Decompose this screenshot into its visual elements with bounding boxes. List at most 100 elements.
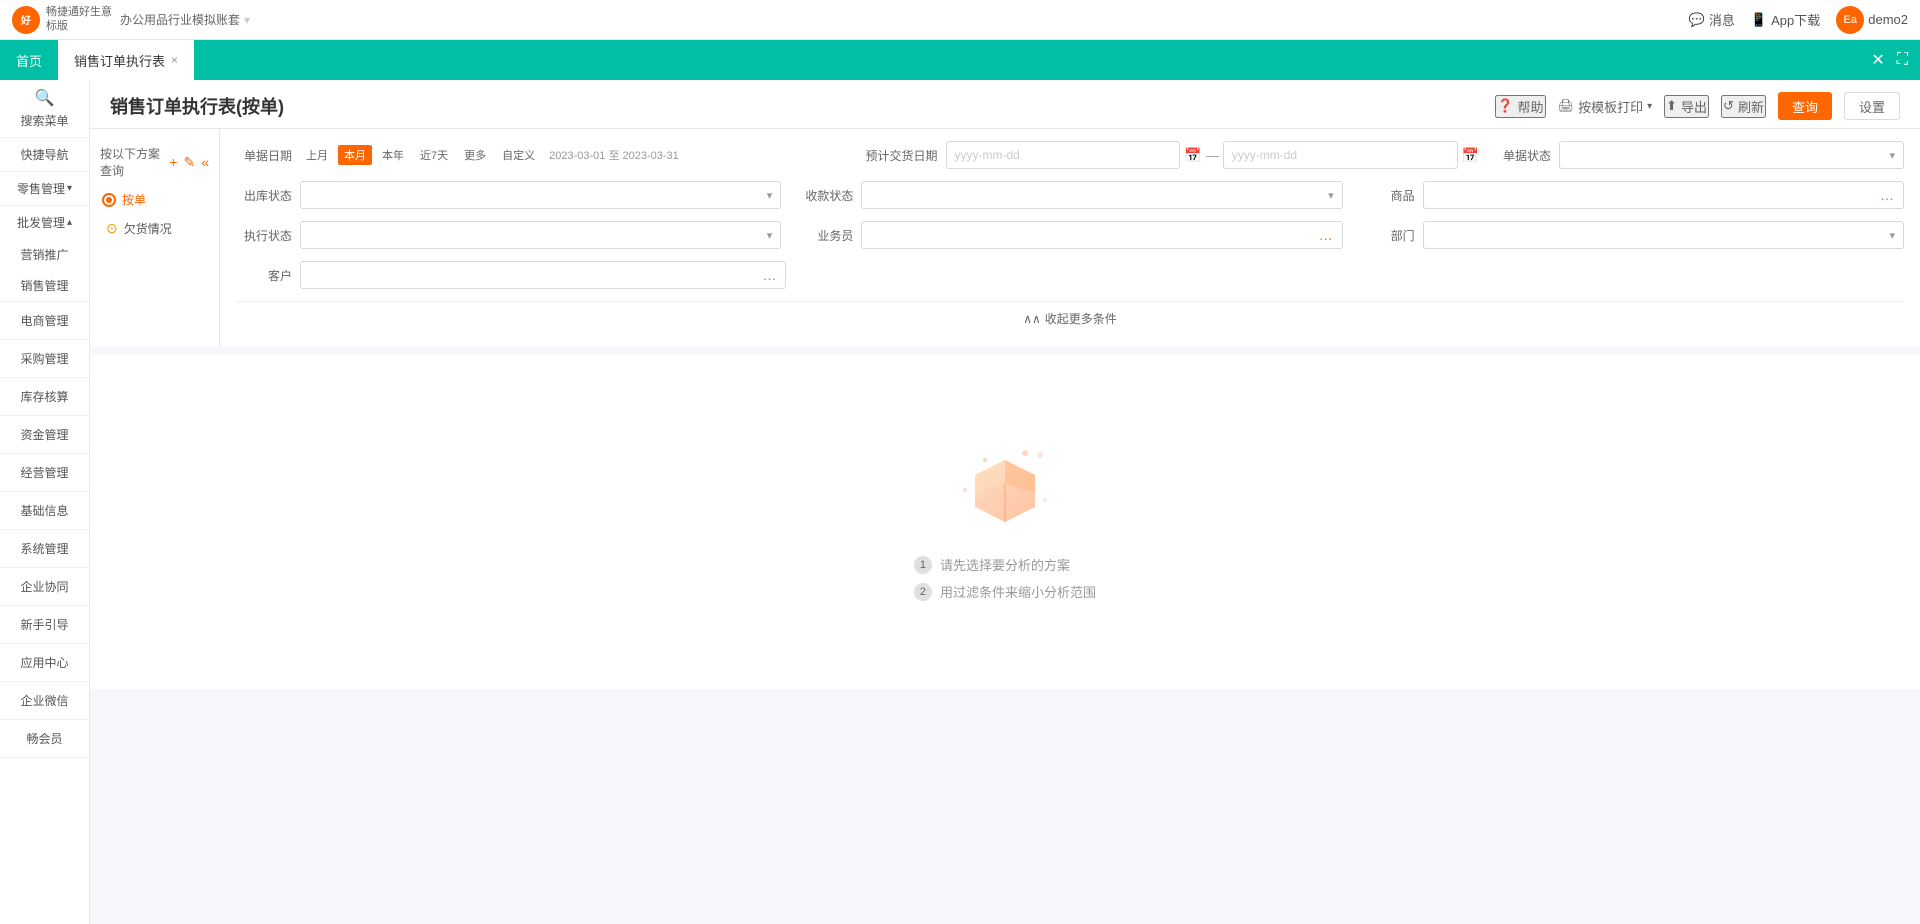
sidebar-item-operations[interactable]: 经营管理 [0,454,89,491]
refresh-icon: ↺ [1723,98,1734,114]
goods-select[interactable]: … [1423,181,1904,209]
export-button[interactable]: ⬆ 导出 [1664,95,1709,118]
delivery-date-start[interactable]: yyyy-mm-dd [946,141,1181,169]
more-dots-salesman-icon[interactable]: … [1319,227,1334,243]
out-status-select[interactable]: ▾ [300,181,781,209]
filter-row-4: 客户 … [236,261,1904,289]
filter-row-2: 出库状态 ▾ 收款状态 ▾ 商品 [236,181,1904,209]
query-button[interactable]: 查询 [1778,92,1832,120]
sidebar-item-marketing[interactable]: 营销推广 [0,239,89,270]
sidebar-item-wholesale[interactable]: 批发管理 ▴ [0,206,89,239]
sidebar-item-wechat[interactable]: 企业微信 [0,682,89,719]
filter-field-goods: 商品 … [1359,181,1904,209]
breadcrumb[interactable]: 办公用品行业模拟账套 ▾ [120,11,250,28]
dept-select[interactable]: ▾ [1423,221,1904,249]
sidebar-item-finance[interactable]: 资金管理 [0,416,89,453]
filter-field-collection-status: 收款状态 ▾ [797,181,1342,209]
top-bar-left: 好 畅捷通好生意 标版 办公用品行业模拟账套 ▾ [12,6,250,34]
scheme-header: 按以下方案查询 + ✎ « [90,139,219,185]
date-more-button[interactable]: 更多 [458,145,492,165]
top-bar-right: 💬 消息 📱 App下载 Ea demo2 [1689,6,1908,34]
sidebar-item-retail[interactable]: 零售管理 ▾ [0,172,89,205]
search-icon: 🔍 [35,88,55,108]
filter-field-salesman: 业务员 … [797,221,1342,249]
doc-status-select[interactable]: ▾ [1559,141,1904,169]
sidebar-item-search[interactable]: 🔍 搜索菜单 [0,80,89,137]
tab-close-button[interactable]: × [171,53,178,67]
customer-select[interactable]: … [300,261,786,289]
app-download-button[interactable]: 📱 App下载 [1751,10,1820,29]
sidebar-section-nav: 快捷导航 [0,138,89,172]
sidebar-section-system: 系统管理 [0,530,89,568]
sidebar-section-inventory: 库存核算 [0,378,89,416]
sidebar-item-quick-nav[interactable]: 快捷导航 [0,138,89,171]
empty-message-2: 2 用过滤条件来缩小分析范围 [914,582,1096,601]
date-custom-button[interactable]: 自定义 [496,145,541,165]
salesman-select[interactable]: … [861,221,1342,249]
more-dots-icon[interactable]: … [1880,187,1895,203]
filter-field-dept: 部门 ▾ [1359,221,1904,249]
close-window-icon[interactable]: ✕ [1871,50,1884,70]
sidebar-section-enterprise: 企业协同 [0,568,89,606]
date-current-year-button[interactable]: 本年 [376,145,410,165]
sidebar-section-member: 畅会员 [0,720,89,758]
settings-button[interactable]: 设置 [1844,92,1900,120]
logo-area: 好 畅捷通好生意 标版 [12,6,112,34]
sidebar-item-member[interactable]: 畅会员 [0,720,89,757]
filter-field-exec-status: 执行状态 ▾ [236,221,781,249]
tab-sales-order[interactable]: 销售订单执行表 × [58,40,194,80]
chevron-up-icon: ▴ [67,217,72,228]
sidebar-section-app-center: 应用中心 [0,644,89,682]
message-button[interactable]: 💬 消息 [1689,10,1735,29]
delivery-date-end[interactable]: yyyy-mm-dd [1223,141,1458,169]
calendar-start-icon[interactable]: 📅 [1184,147,1201,164]
empty-messages: 1 请先选择要分析的方案 2 用过滤条件来缩小分析范围 [914,555,1096,609]
filter-field-date: 单据日期 上月 本月 本年 近7天 更多 自定义 2023-03-01 至 20… [236,145,850,165]
date-prev-month-button[interactable]: 上月 [300,145,334,165]
filter-panel: 按以下方案查询 + ✎ « 按单 ⊙ 欠货情况 [90,129,1920,347]
sidebar-item-sales[interactable]: 销售管理 [0,270,89,301]
print-chevron-icon: ▾ [1647,101,1652,112]
sidebar-item-inventory[interactable]: 库存核算 [0,378,89,415]
page-header: 销售订单执行表(按单) ❓ 帮助 🖨 按模板打印 ▾ ⬆ 导出 ↺ 刷新 [90,80,1920,129]
maximize-icon[interactable]: ⛶ [1897,51,1908,69]
section-divider [90,347,1920,355]
exec-status-select[interactable]: ▾ [300,221,781,249]
sidebar-item-basic[interactable]: 基础信息 [0,492,89,529]
download-icon: 📱 [1751,12,1767,28]
sidebar-section-retail: 零售管理 ▾ [0,172,89,206]
nav-right-icons: ✕ ⛶ [1871,50,1920,70]
sidebar-item-ecommerce[interactable]: 电商管理 [0,302,89,339]
help-button[interactable]: ❓ 帮助 [1495,95,1545,118]
sidebar-item-enterprise[interactable]: 企业协同 [0,568,89,605]
sidebar-item-newbie[interactable]: 新手引导 [0,606,89,643]
date-current-month-button[interactable]: 本月 [338,145,372,165]
date-7days-button[interactable]: 近7天 [414,145,454,165]
more-dots-customer-icon[interactable]: … [762,267,777,283]
scheme-item-shortage[interactable]: ⊙ 欠货情况 [90,214,219,243]
user-menu[interactable]: Ea demo2 [1836,6,1908,34]
sidebar-item-purchase[interactable]: 采购管理 [0,340,89,377]
collapse-icon: ∧∧ [1023,312,1041,326]
main-layout: 🔍 搜索菜单 快捷导航 零售管理 ▾ 批发管理 ▴ 营销推广 销售管理 [0,80,1920,924]
collapse-scheme-button[interactable]: « [201,154,209,171]
tab-home[interactable]: 首页 [0,40,58,80]
sidebar-item-system[interactable]: 系统管理 [0,530,89,567]
nav-tabs: 首页 销售订单执行表 × ✕ ⛶ [0,40,1920,80]
sidebar-item-app-center[interactable]: 应用中心 [0,644,89,681]
print-button[interactable]: 🖨 按模板打印 ▾ [1558,97,1653,116]
sidebar-section-basic: 基础信息 [0,492,89,530]
collapse-button[interactable]: ∧∧ 收起更多条件 [1023,310,1117,327]
scheme-item-by-order[interactable]: 按单 [90,185,219,214]
sidebar-section-newbie: 新手引导 [0,606,89,644]
chevron-down-icon: ▾ [1889,229,1895,242]
sub-item-icon: ⊙ [106,220,118,237]
calendar-end-icon[interactable]: 📅 [1462,147,1479,164]
collection-status-select[interactable]: ▾ [861,181,1342,209]
refresh-button[interactable]: ↺ 刷新 [1721,95,1766,118]
page-header-actions: ❓ 帮助 🖨 按模板打印 ▾ ⬆ 导出 ↺ 刷新 查询 设置 [1495,92,1900,120]
edit-scheme-button[interactable]: ✎ [183,154,195,171]
filter-form: 单据日期 上月 本月 本年 近7天 更多 自定义 2023-03-01 至 20… [220,129,1920,347]
export-icon: ⬆ [1666,98,1677,114]
add-scheme-button[interactable]: + [169,154,177,171]
